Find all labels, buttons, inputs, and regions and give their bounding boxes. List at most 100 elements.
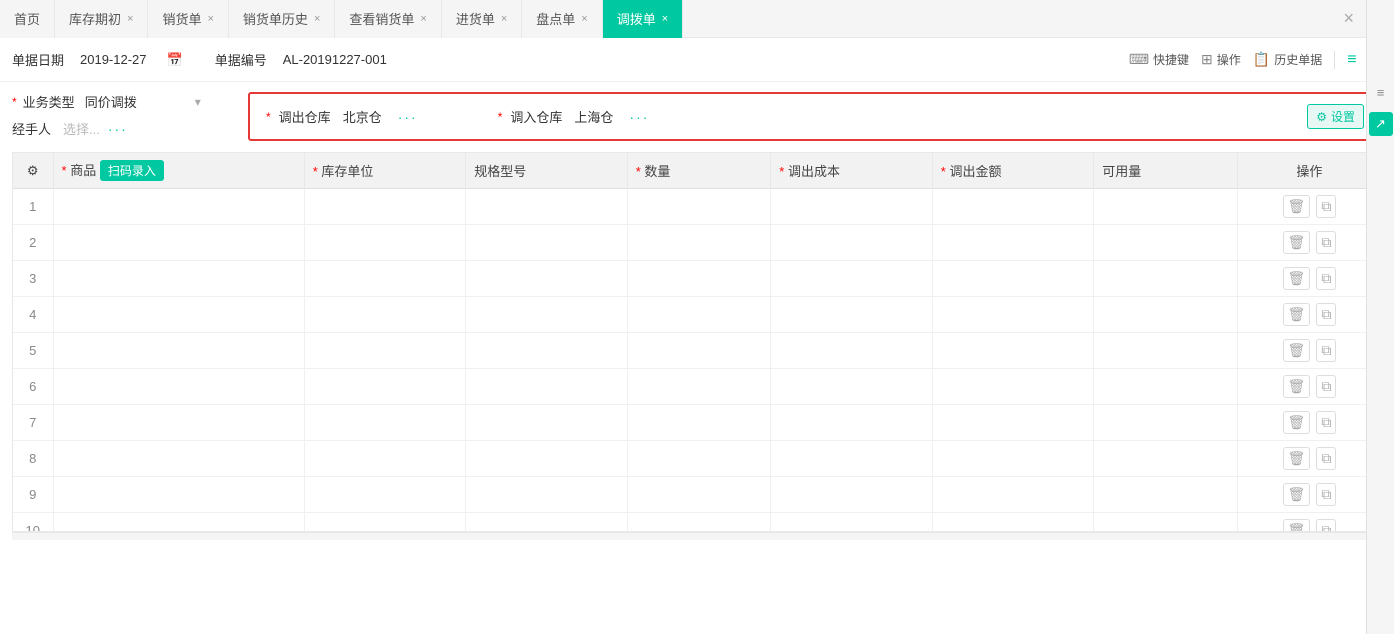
tab-home[interactable]: 首页 <box>0 0 55 38</box>
row-spec-4[interactable] <box>466 297 628 333</box>
delete-icon-4[interactable]: 🗑 <box>1283 303 1311 326</box>
row-unit-9[interactable] <box>304 477 466 513</box>
row-spec-3[interactable] <box>466 261 628 297</box>
row-cost-3[interactable] <box>771 261 933 297</box>
row-spec-10[interactable] <box>466 513 628 533</box>
row-product-7[interactable] <box>53 405 304 441</box>
scan-btn[interactable]: 扫码录入 <box>100 160 164 181</box>
row-qty-1[interactable] <box>627 189 771 225</box>
tab-inventory-init-close[interactable]: × <box>127 13 133 25</box>
tab-sales-history-close[interactable]: × <box>314 13 320 25</box>
copy-icon-7[interactable]: ⧉ <box>1316 411 1336 434</box>
row-amount-10[interactable] <box>932 513 1094 533</box>
tab-transfer[interactable]: 调拨单 × <box>603 0 683 38</box>
row-amount-8[interactable] <box>932 441 1094 477</box>
delete-icon-10[interactable]: 🗑 <box>1283 519 1311 532</box>
row-spec-8[interactable] <box>466 441 628 477</box>
row-amount-1[interactable] <box>932 189 1094 225</box>
row-qty-2[interactable] <box>627 225 771 261</box>
row-qty-5[interactable] <box>627 333 771 369</box>
copy-icon-4[interactable]: ⧉ <box>1316 303 1336 326</box>
operator-value[interactable]: 选择... <box>63 119 100 138</box>
settings-btn[interactable]: ⚙ 设置 <box>1307 104 1364 129</box>
row-product-8[interactable] <box>53 441 304 477</box>
row-amount-5[interactable] <box>932 333 1094 369</box>
copy-icon-6[interactable]: ⧉ <box>1316 375 1336 398</box>
delete-icon-7[interactable]: 🗑 <box>1283 411 1311 434</box>
row-amount-2[interactable] <box>932 225 1094 261</box>
tab-purchase[interactable]: 进货单 × <box>442 0 522 38</box>
row-unit-8[interactable] <box>304 441 466 477</box>
delete-icon-5[interactable]: 🗑 <box>1283 339 1311 362</box>
row-qty-4[interactable] <box>627 297 771 333</box>
tab-transfer-close[interactable]: × <box>662 13 668 25</box>
row-qty-3[interactable] <box>627 261 771 297</box>
business-type-value[interactable]: 同价调拨 <box>85 92 185 111</box>
row-unit-4[interactable] <box>304 297 466 333</box>
row-amount-9[interactable] <box>932 477 1094 513</box>
operator-more-btn[interactable]: ··· <box>108 121 128 137</box>
row-spec-1[interactable] <box>466 189 628 225</box>
row-unit-6[interactable] <box>304 369 466 405</box>
row-amount-7[interactable] <box>932 405 1094 441</box>
row-product-3[interactable] <box>53 261 304 297</box>
row-unit-10[interactable] <box>304 513 466 533</box>
tab-sales-history[interactable]: 销货单历史 × <box>229 0 335 38</box>
row-amount-6[interactable] <box>932 369 1094 405</box>
row-unit-1[interactable] <box>304 189 466 225</box>
tab-view-sales[interactable]: 查看销货单 × <box>335 0 441 38</box>
history-btn[interactable]: 📋 历史单据 <box>1253 51 1322 68</box>
operations-btn[interactable]: ⊞ 操作 <box>1201 51 1241 68</box>
delete-icon-8[interactable]: 🗑 <box>1283 447 1311 470</box>
row-cost-7[interactable] <box>771 405 933 441</box>
delete-icon-3[interactable]: 🗑 <box>1283 267 1311 290</box>
row-unit-3[interactable] <box>304 261 466 297</box>
row-cost-5[interactable] <box>771 333 933 369</box>
row-product-5[interactable] <box>53 333 304 369</box>
row-qty-8[interactable] <box>627 441 771 477</box>
row-product-6[interactable] <box>53 369 304 405</box>
row-qty-7[interactable] <box>627 405 771 441</box>
bottom-scrollbar[interactable] <box>12 532 1382 540</box>
transfer-in-more-btn[interactable]: ··· <box>629 109 649 125</box>
business-type-dropdown[interactable]: ▾ <box>195 95 201 109</box>
row-cost-4[interactable] <box>771 297 933 333</box>
tab-sales-order-close[interactable]: × <box>207 13 213 25</box>
transfer-out-value[interactable]: 北京仓 <box>343 107 382 126</box>
row-unit-7[interactable] <box>304 405 466 441</box>
row-cost-6[interactable] <box>771 369 933 405</box>
delete-icon-6[interactable]: 🗑 <box>1283 375 1311 398</box>
row-cost-1[interactable] <box>771 189 933 225</box>
main-close-btn[interactable]: × <box>1343 8 1354 28</box>
row-qty-9[interactable] <box>627 477 771 513</box>
tab-view-sales-close[interactable]: × <box>420 13 426 25</box>
row-spec-6[interactable] <box>466 369 628 405</box>
row-spec-7[interactable] <box>466 405 628 441</box>
tab-inventory-check-close[interactable]: × <box>581 13 587 25</box>
shortcut-btn[interactable]: ⌨ 快捷键 <box>1129 51 1189 68</box>
tab-inventory-check[interactable]: 盘点单 × <box>522 0 602 38</box>
row-cost-9[interactable] <box>771 477 933 513</box>
row-product-1[interactable] <box>53 189 304 225</box>
copy-icon-9[interactable]: ⧉ <box>1316 483 1336 506</box>
transfer-out-more-btn[interactable]: ··· <box>398 109 418 125</box>
row-product-2[interactable] <box>53 225 304 261</box>
row-product-9[interactable] <box>53 477 304 513</box>
row-amount-4[interactable] <box>932 297 1094 333</box>
row-product-4[interactable] <box>53 297 304 333</box>
delete-icon-9[interactable]: 🗑 <box>1283 483 1311 506</box>
row-cost-10[interactable] <box>771 513 933 533</box>
row-amount-3[interactable] <box>932 261 1094 297</box>
tab-purchase-close[interactable]: × <box>501 13 507 25</box>
row-cost-8[interactable] <box>771 441 933 477</box>
row-spec-5[interactable] <box>466 333 628 369</box>
delete-icon-1[interactable]: 🗑 <box>1283 195 1311 218</box>
calendar-icon[interactable]: 📅 <box>167 52 183 68</box>
right-panel-export-btn[interactable]: ↗ <box>1369 112 1393 136</box>
copy-icon-2[interactable]: ⧉ <box>1316 231 1336 254</box>
col-gear[interactable]: ⚙ <box>13 153 53 189</box>
copy-icon-10[interactable]: ⧉ <box>1316 519 1336 532</box>
row-unit-2[interactable] <box>304 225 466 261</box>
row-spec-2[interactable] <box>466 225 628 261</box>
copy-icon-3[interactable]: ⧉ <box>1316 267 1336 290</box>
